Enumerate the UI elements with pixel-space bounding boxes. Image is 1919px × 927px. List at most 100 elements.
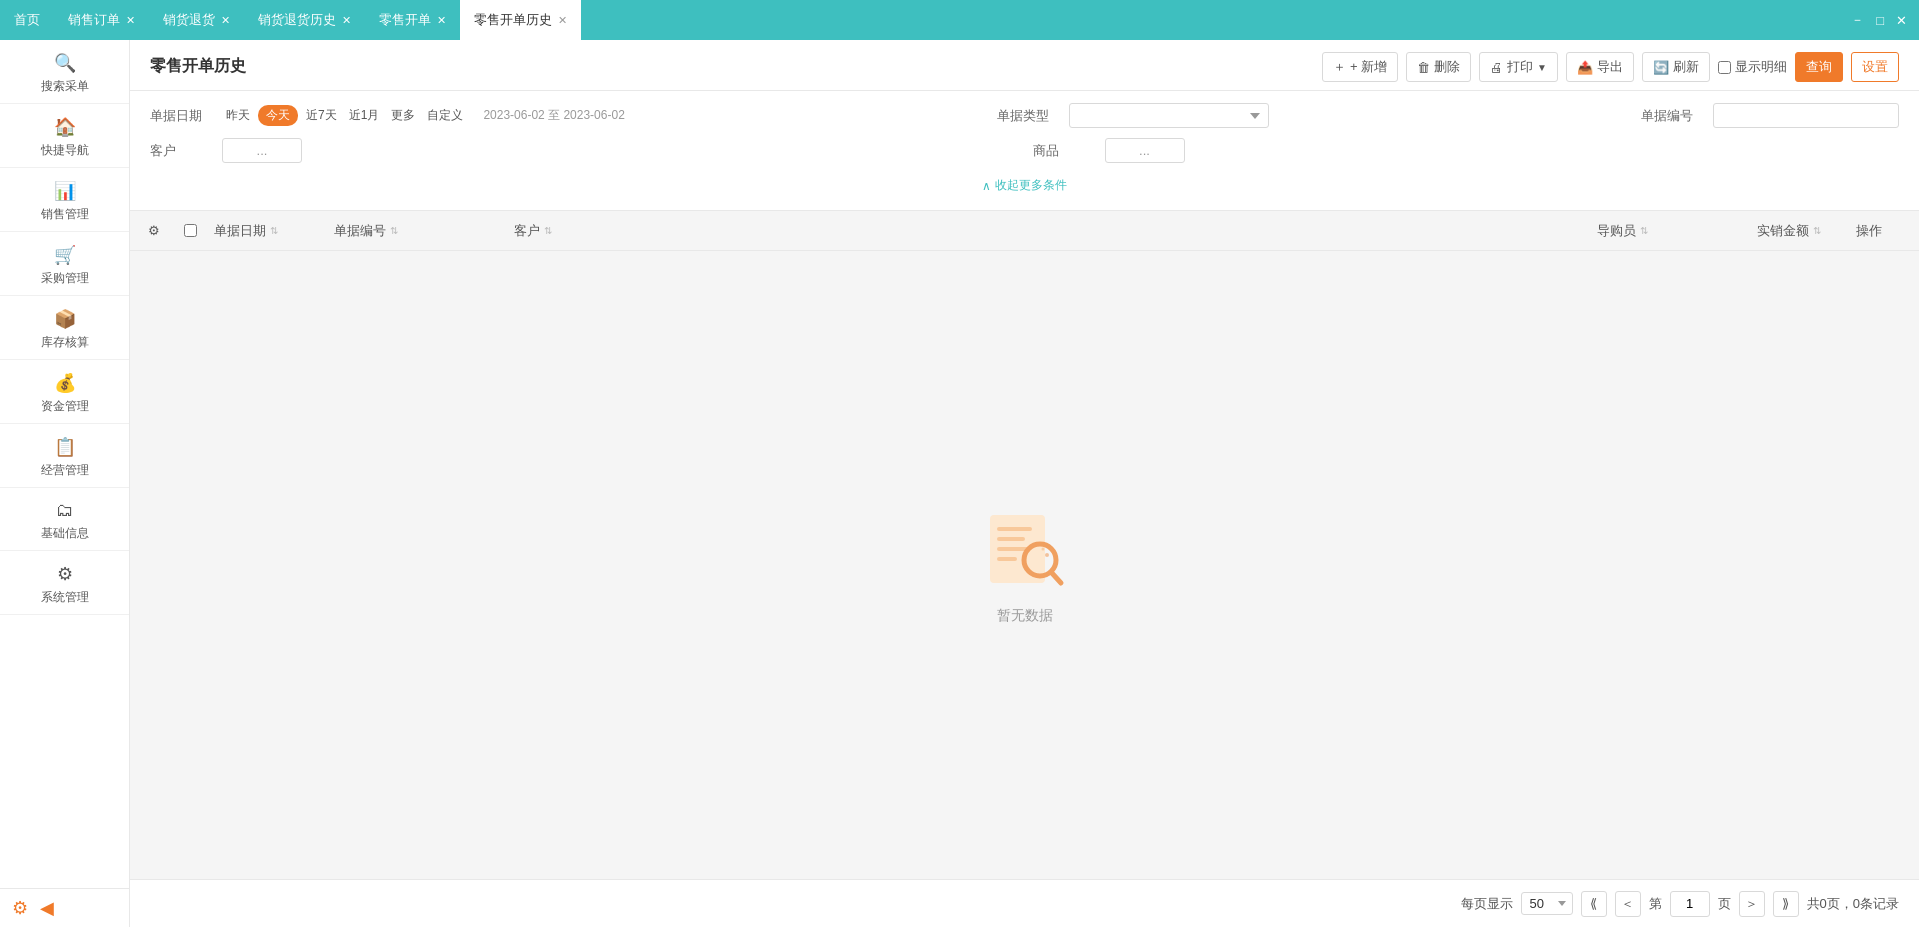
collapse-sidebar-icon[interactable]: ◀ [40, 897, 54, 919]
settings-bottom-icon[interactable]: ⚙ [12, 897, 28, 919]
sidebar-item-system[interactable]: ⚙ 系统管理 [0, 551, 129, 615]
sort-order-no-icon: ⇅ [390, 225, 398, 236]
sidebar-item-purchase-mgmt[interactable]: 🛒 采购管理 [0, 232, 129, 296]
tab-retail-open-history[interactable]: 零售开单历史 ✕ [460, 0, 581, 40]
page-input[interactable] [1670, 891, 1710, 917]
table-select-all[interactable] [176, 224, 206, 237]
shortcut-custom[interactable]: 自定义 [423, 105, 467, 126]
system-icon: ⚙ [57, 563, 73, 585]
page-header: 零售开单历史 ＋ + 新增 🗑 删除 🖨 打印 ▼ [130, 40, 1919, 91]
svg-point-8 [1041, 548, 1044, 551]
order-type-label: 单据类型 [997, 107, 1053, 125]
close-btn[interactable]: ✕ [1896, 13, 1907, 28]
table-body: 暂无数据 [130, 251, 1919, 879]
sidebar-item-search-order[interactable]: 🔍 搜索采单 [0, 40, 129, 104]
svg-rect-4 [997, 557, 1017, 561]
date-shortcuts: 昨天 今天 近7天 近1月 更多 自定义 [222, 105, 467, 126]
sidebar-bottom: ⚙ ◀ [0, 888, 129, 927]
next-page-btn[interactable]: ＞ [1739, 891, 1765, 917]
add-button[interactable]: ＋ + 新增 [1322, 52, 1398, 82]
delete-button[interactable]: 🗑 删除 [1406, 52, 1471, 82]
sidebar-item-quick-nav[interactable]: 🏠 快捷导航 [0, 104, 129, 168]
close-retail-open-icon[interactable]: ✕ [437, 14, 446, 27]
minimize-btn[interactable]: － [1851, 11, 1864, 29]
empty-text: 暂无数据 [997, 607, 1053, 625]
prev-page-btn[interactable]: ＜ [1615, 891, 1641, 917]
refresh-icon: 🔄 [1653, 60, 1669, 75]
print-dropdown-icon: ▼ [1537, 62, 1547, 73]
collapse-btn[interactable]: ∧ 收起更多条件 [150, 173, 1899, 198]
col-date[interactable]: 单据日期 ⇅ [206, 222, 326, 240]
table-container: ⚙ 单据日期 ⇅ 单据编号 ⇅ 客户 ⇅ 导购员 ⇅ [130, 211, 1919, 927]
close-sales-order-icon[interactable]: ✕ [126, 14, 135, 27]
svg-line-6 [1051, 572, 1061, 583]
sidebar-item-basic-info[interactable]: 🗂 基础信息 [0, 488, 129, 551]
product-select-btn[interactable]: ... [1105, 138, 1185, 163]
sort-customer-icon: ⇅ [544, 225, 552, 236]
svg-rect-1 [997, 527, 1032, 531]
date-label: 单据日期 [150, 107, 206, 125]
filter-section: 单据日期 昨天 今天 近7天 近1月 更多 自定义 2023-06-02 至 2… [130, 91, 1919, 211]
col-amount[interactable]: 实销金额 ⇅ [1709, 222, 1829, 240]
col-order-no[interactable]: 单据编号 ⇅ [326, 222, 506, 240]
finance-icon: 💰 [54, 372, 76, 394]
chevron-up-icon: ∧ [982, 179, 991, 193]
last-page-btn[interactable]: ⟫ [1773, 891, 1799, 917]
first-page-btn[interactable]: ⟪ [1581, 891, 1607, 917]
query-button[interactable]: 查询 [1795, 52, 1843, 82]
shortcut-1month[interactable]: 近1月 [345, 105, 384, 126]
show-detail-label[interactable]: 显示明细 [1718, 58, 1787, 76]
close-retail-open-history-icon[interactable]: ✕ [558, 14, 567, 27]
export-button[interactable]: 📤 导出 [1566, 52, 1634, 82]
close-sales-return-icon[interactable]: ✕ [221, 14, 230, 27]
maximize-btn[interactable]: □ [1876, 13, 1884, 28]
col-customer[interactable]: 客户 ⇅ [506, 222, 1589, 240]
sidebar-item-inventory[interactable]: 📦 库存核算 [0, 296, 129, 360]
tab-retail-open[interactable]: 零售开单 ✕ [365, 0, 460, 40]
select-all-checkbox[interactable] [184, 224, 197, 237]
table-settings-btn[interactable]: ⚙ [140, 223, 176, 238]
tab-sales-return-history[interactable]: 销货退货历史 ✕ [244, 0, 365, 40]
print-icon: 🖨 [1490, 60, 1503, 75]
refresh-button[interactable]: 🔄 刷新 [1642, 52, 1710, 82]
sidebar-item-operation[interactable]: 📋 经营管理 [0, 424, 129, 488]
print-button[interactable]: 🖨 打印 ▼ [1479, 52, 1558, 82]
sidebar-item-finance[interactable]: 💰 资金管理 [0, 360, 129, 424]
show-detail-checkbox[interactable] [1718, 61, 1731, 74]
order-type-select[interactable] [1069, 103, 1269, 128]
date-range-text: 2023-06-02 至 2023-06-02 [483, 107, 624, 124]
tab-sales-return[interactable]: 销货退货 ✕ [149, 0, 244, 40]
settings-button[interactable]: 设置 [1851, 52, 1899, 82]
page-size-select[interactable]: 50 10 20 100 [1521, 892, 1573, 915]
order-no-input[interactable] [1713, 103, 1899, 128]
shortcut-more[interactable]: 更多 [387, 105, 419, 126]
customer-select-btn[interactable]: ... [222, 138, 302, 163]
sales-icon: 📊 [54, 180, 76, 202]
shortcut-yesterday[interactable]: 昨天 [222, 105, 254, 126]
close-sales-return-history-icon[interactable]: ✕ [342, 14, 351, 27]
page-size-label: 每页显示 [1461, 895, 1513, 913]
col-action: 操作 [1829, 222, 1909, 240]
operation-icon: 📋 [54, 436, 76, 458]
tab-home[interactable]: 首页 [0, 0, 54, 40]
sidebar: 🔍 搜索采单 🏠 快捷导航 📊 销售管理 🛒 采购管理 📦 库存核算 💰 资金管… [0, 40, 130, 927]
shortcut-7days[interactable]: 近7天 [302, 105, 341, 126]
tab-sales-order[interactable]: 销售订单 ✕ [54, 0, 149, 40]
page-title: 零售开单历史 [150, 56, 246, 77]
table-header: ⚙ 单据日期 ⇅ 单据编号 ⇅ 客户 ⇅ 导购员 ⇅ [130, 211, 1919, 251]
filter-row-1: 单据日期 昨天 今天 近7天 近1月 更多 自定义 2023-06-02 至 2… [150, 103, 1899, 128]
empty-illustration-svg [975, 505, 1075, 595]
customer-label: 客户 [150, 142, 206, 160]
delete-icon: 🗑 [1417, 60, 1430, 75]
sort-date-icon: ⇅ [270, 225, 278, 236]
shortcut-today[interactable]: 今天 [258, 105, 298, 126]
export-icon: 📤 [1577, 60, 1593, 75]
search-icon: 🔍 [54, 52, 76, 74]
sidebar-item-sales-mgmt[interactable]: 📊 销售管理 [0, 168, 129, 232]
top-bar: 首页 销售订单 ✕ 销货退货 ✕ 销货退货历史 ✕ 零售开单 ✕ 零售开单历史 … [0, 0, 1919, 40]
sort-guide-icon: ⇅ [1640, 225, 1648, 236]
sort-amount-icon: ⇅ [1813, 225, 1821, 236]
product-label: 商品 [1033, 142, 1089, 160]
col-guide[interactable]: 导购员 ⇅ [1589, 222, 1709, 240]
filter-row-2: 客户 ... 商品 ... [150, 138, 1899, 163]
